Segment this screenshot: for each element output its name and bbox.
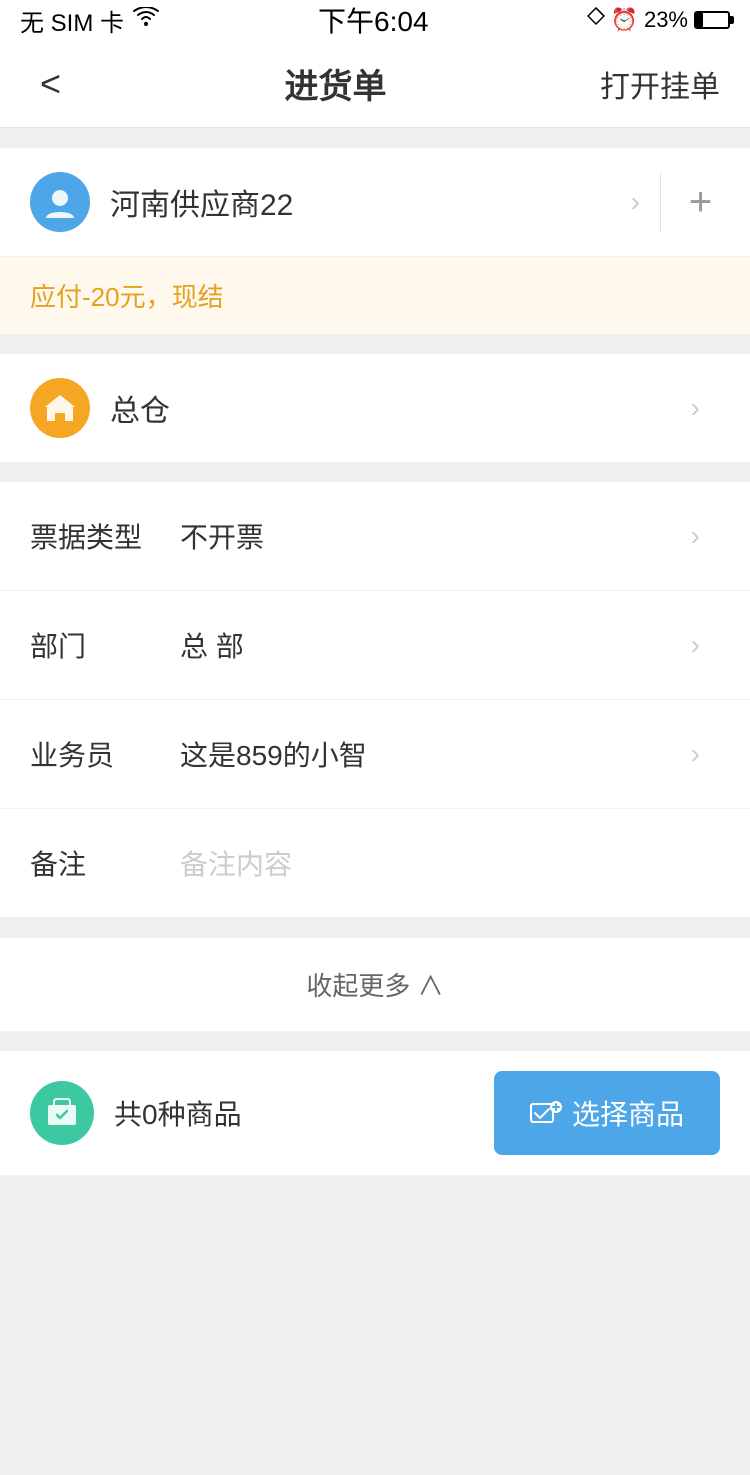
notice-bar: 应付-20元，现结	[0, 257, 750, 334]
warehouse-section: 总仓 ›	[0, 354, 750, 462]
back-button[interactable]: <	[30, 53, 71, 115]
invoice-value: 不开票	[170, 516, 691, 556]
location-icon	[587, 7, 605, 33]
remark-label: 备注	[30, 843, 170, 883]
invoice-row[interactable]: 票据类型 不开票 ›	[0, 482, 750, 591]
warehouse-row[interactable]: 总仓 ›	[0, 354, 750, 462]
page-title: 进货单	[285, 59, 387, 108]
notice-text: 应付-20元，现结	[30, 282, 224, 312]
alarm-icon: ⏰	[611, 7, 638, 33]
warehouse-chevron-icon: ›	[691, 392, 700, 424]
collapse-label: 收起更多 ∧	[306, 966, 443, 1003]
supplier-name: 河南供应商22	[110, 180, 631, 224]
bottom-bar: 共0种商品 选择商品	[0, 1051, 750, 1175]
remark-input[interactable]: 备注内容	[170, 843, 720, 883]
status-left: 无 SIM 卡	[20, 3, 160, 38]
salesperson-row[interactable]: 业务员 这是859的小智 ›	[0, 700, 750, 809]
department-label: 部门	[30, 625, 170, 665]
salesperson-value: 这是859的小智	[170, 734, 691, 774]
nav-bar: < 进货单 打开挂单	[0, 40, 750, 128]
remark-row[interactable]: 备注 备注内容	[0, 809, 750, 917]
select-product-label: 选择商品	[572, 1093, 684, 1133]
page-background	[0, 1175, 750, 1475]
status-bar: 无 SIM 卡 下午6:04 ⏰ 23%	[0, 0, 750, 40]
supplier-section: 河南供应商22 › + 应付-20元，现结	[0, 148, 750, 334]
supplier-row[interactable]: 河南供应商22 › +	[0, 148, 750, 257]
salesperson-label: 业务员	[30, 734, 170, 774]
wifi-icon	[132, 6, 160, 34]
select-product-button[interactable]: 选择商品	[494, 1071, 720, 1155]
open-pending-button[interactable]: 打开挂单	[600, 62, 720, 106]
department-chevron-icon: ›	[691, 629, 700, 661]
warehouse-name: 总仓	[110, 386, 691, 430]
status-right: ⏰ 23%	[587, 7, 730, 33]
department-row[interactable]: 部门 总 部 ›	[0, 591, 750, 700]
battery-icon	[694, 11, 730, 29]
supplier-avatar	[30, 172, 90, 232]
top-divider	[0, 128, 750, 148]
department-value: 总 部	[170, 625, 691, 665]
product-icon	[30, 1081, 94, 1145]
product-count: 共0种商品	[114, 1093, 494, 1133]
carrier-text: 无 SIM 卡	[20, 3, 124, 38]
salesperson-chevron-icon: ›	[691, 738, 700, 770]
invoice-label: 票据类型	[30, 516, 170, 556]
warehouse-icon	[30, 378, 90, 438]
battery-percent: 23%	[644, 7, 688, 33]
add-supplier-button[interactable]: +	[660, 172, 720, 232]
supplier-chevron-icon: ›	[631, 186, 640, 218]
invoice-chevron-icon: ›	[691, 520, 700, 552]
collapse-row[interactable]: 收起更多 ∧	[0, 937, 750, 1031]
status-time: 下午6:04	[318, 0, 429, 40]
form-section: 票据类型 不开票 › 部门 总 部 › 业务员 这是859的小智 › 备注 备注…	[0, 482, 750, 917]
